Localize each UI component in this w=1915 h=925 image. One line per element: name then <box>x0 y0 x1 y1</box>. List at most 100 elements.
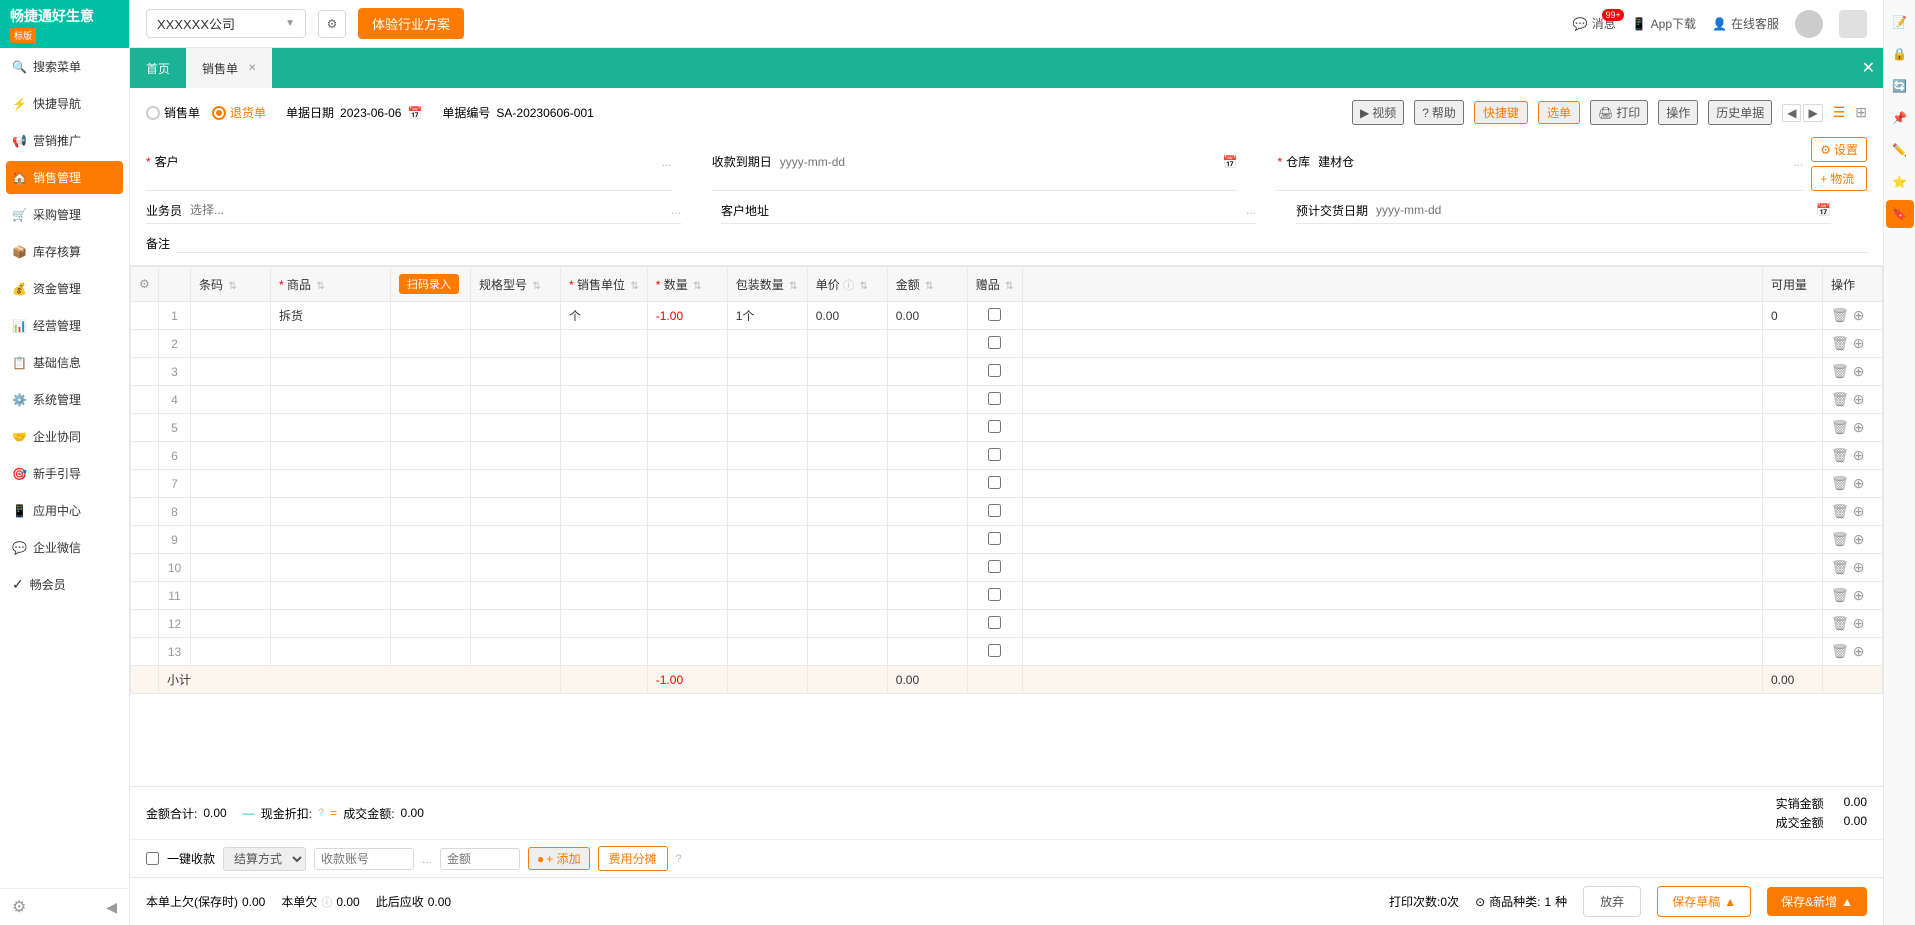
salesperson-input[interactable] <box>186 201 667 219</box>
expected-date-input[interactable] <box>1372 201 1812 219</box>
row13-gift-checkbox[interactable] <box>988 644 1001 657</box>
radio-return-order[interactable]: 退货单 <box>212 104 266 121</box>
trial-button[interactable]: 体验行业方案 <box>358 8 464 39</box>
operation-btn[interactable]: 操作 <box>1658 100 1698 125</box>
row3-copy-icon[interactable]: ⊕ <box>1853 363 1865 380</box>
sidebar-purchase[interactable]: 🛒 采购管理 <box>0 196 129 233</box>
row10-delete-icon[interactable]: 🗑 <box>1831 559 1849 576</box>
topbar-gear-button[interactable]: ⚙ <box>318 10 346 38</box>
row1-copy-icon[interactable]: ⊕ <box>1853 307 1865 324</box>
add-payment-button[interactable]: ● + 添加 <box>528 847 590 870</box>
fee-split-button[interactable]: 费用分摊 <box>598 846 668 871</box>
payment-method-select[interactable]: 结算方式 <box>223 847 306 871</box>
sidebar-sales[interactable]: 🏠 销售管理 <box>6 161 123 194</box>
history-btn[interactable]: 历史单据 <box>1708 100 1772 125</box>
sidebar-wechat[interactable]: 💬 企业微信 <box>0 529 129 566</box>
salesperson-dots[interactable]: ... <box>671 203 681 217</box>
right-panel-item-3[interactable]: 🔄 <box>1886 72 1914 100</box>
row1-spec[interactable] <box>471 302 561 330</box>
row11-gift-checkbox[interactable] <box>988 588 1001 601</box>
help-btn[interactable]: ? 帮助 <box>1414 100 1464 125</box>
right-panel-item-1[interactable]: 📝 <box>1886 8 1914 36</box>
right-panel-item-6[interactable]: ⭐ <box>1886 168 1914 196</box>
row11-delete-icon[interactable]: 🗑 <box>1831 587 1849 604</box>
save-draft-button[interactable]: 保存草稿 ▲ <box>1657 886 1751 917</box>
row2-copy-icon[interactable]: ⊕ <box>1853 335 1865 352</box>
radio-sales-order[interactable]: 销售单 <box>146 104 200 121</box>
expected-date-calendar-icon[interactable]: 📅 <box>1816 203 1831 217</box>
row12-delete-icon[interactable]: 🗑 <box>1831 615 1849 632</box>
sidebar-search-item[interactable]: 🔍 搜索菜单 <box>0 48 129 85</box>
row5-copy-icon[interactable]: ⊕ <box>1853 419 1865 436</box>
account-dots[interactable]: ... <box>422 852 432 866</box>
customer-dots[interactable]: ... <box>662 155 672 169</box>
tab-close-icon[interactable]: ✕ <box>248 63 256 74</box>
scan-button[interactable]: 扫码录入 <box>399 274 459 294</box>
customer-addr-input[interactable] <box>773 201 1242 219</box>
list-view-icon[interactable]: ☰ <box>1833 104 1846 121</box>
row4-copy-icon[interactable]: ⊕ <box>1853 391 1865 408</box>
row3-gift-checkbox[interactable] <box>988 364 1001 377</box>
warehouse-dots[interactable]: ... <box>1793 155 1803 169</box>
row5-gift-checkbox[interactable] <box>988 420 1001 433</box>
unit-price-info-icon[interactable]: ⓘ <box>843 280 854 292</box>
tab-sales-order[interactable]: 销售单 ✕ <box>186 48 272 88</box>
due-date-calendar-icon[interactable]: 📅 <box>1223 155 1238 169</box>
row12-copy-icon[interactable]: ⊕ <box>1853 615 1865 632</box>
prev-arrow[interactable]: ◀ <box>1782 104 1801 122</box>
sidebar-enterprise[interactable]: 🤝 企业协同 <box>0 418 129 455</box>
row6-gift-checkbox[interactable] <box>988 448 1001 461</box>
save-new-button[interactable]: 保存&新增 ▲ <box>1767 887 1867 916</box>
right-panel-item-7[interactable]: 🔖 <box>1886 200 1914 228</box>
row8-delete-icon[interactable]: 🗑 <box>1831 503 1849 520</box>
sidebar-system[interactable]: ⚙️ 系统管理 <box>0 381 129 418</box>
avatar[interactable] <box>1795 10 1823 38</box>
sidebar-member[interactable]: ✓ 畅会员 <box>0 566 129 603</box>
row8-gift-checkbox[interactable] <box>988 504 1001 517</box>
video-btn[interactable]: ▶ 视频 <box>1352 100 1404 125</box>
grid-view-icon[interactable]: ⊞ <box>1855 104 1867 121</box>
company-selector[interactable]: XXXXXX公司 ▼ <box>146 9 306 38</box>
calendar-icon[interactable]: 📅 <box>407 106 422 120</box>
row8-copy-icon[interactable]: ⊕ <box>1853 503 1865 520</box>
row7-gift-checkbox[interactable] <box>988 476 1001 489</box>
payment-account-input[interactable] <box>314 848 414 870</box>
row1-barcode[interactable] <box>191 302 271 330</box>
product-type-radio-icon[interactable]: ⊙ <box>1475 895 1485 909</box>
logistics-button[interactable]: + 物流 <box>1811 166 1867 191</box>
next-arrow[interactable]: ▶ <box>1803 104 1822 122</box>
sidebar-quick-nav[interactable]: ⚡ 快捷导航 <box>0 85 129 122</box>
row7-copy-icon[interactable]: ⊕ <box>1853 475 1865 492</box>
sidebar-marketing[interactable]: 📢 营销推广 <box>0 122 129 159</box>
row13-copy-icon[interactable]: ⊕ <box>1853 643 1865 660</box>
select-btn[interactable]: 选单 <box>1538 101 1580 124</box>
row2-delete-icon[interactable]: 🗑 <box>1831 335 1849 352</box>
customer-addr-dots[interactable]: ... <box>1246 203 1256 217</box>
sidebar-settings-icon[interactable]: ⚙ <box>12 897 26 917</box>
sidebar-appstore[interactable]: 📱 应用中心 <box>0 492 129 529</box>
avatar-extra[interactable] <box>1839 10 1867 38</box>
discard-button[interactable]: 放弃 <box>1583 886 1641 917</box>
warehouse-input[interactable] <box>1314 153 1789 171</box>
row12-gift-checkbox[interactable] <box>988 616 1001 629</box>
fee-help-icon[interactable]: ? <box>676 853 682 865</box>
message-button[interactable]: 💬 消息 99+ <box>1573 15 1616 32</box>
sidebar-finance[interactable]: 💰 资金管理 <box>0 270 129 307</box>
row7-delete-icon[interactable]: 🗑 <box>1831 475 1849 492</box>
right-panel-item-5[interactable]: ✏️ <box>1886 136 1914 164</box>
row3-delete-icon[interactable]: 🗑 <box>1831 363 1849 380</box>
row10-copy-icon[interactable]: ⊕ <box>1853 559 1865 576</box>
row13-delete-icon[interactable]: 🗑 <box>1831 643 1849 660</box>
payment-amount-input[interactable] <box>440 848 520 870</box>
customer-input[interactable] <box>183 153 658 171</box>
table-gear-icon[interactable]: ⚙ <box>139 277 150 291</box>
cumulative-balance-info[interactable]: ⓘ <box>321 894 332 910</box>
row6-copy-icon[interactable]: ⊕ <box>1853 447 1865 464</box>
sidebar-collapse-icon[interactable]: ◀ <box>106 899 117 916</box>
row10-gift-checkbox[interactable] <box>988 560 1001 573</box>
sidebar-inventory[interactable]: 📦 库存核算 <box>0 233 129 270</box>
row9-copy-icon[interactable]: ⊕ <box>1853 531 1865 548</box>
close-window-icon[interactable]: ✕ <box>1862 58 1875 78</box>
row1-delete-icon[interactable]: 🗑 <box>1831 307 1849 324</box>
one-click-pay-checkbox[interactable] <box>146 852 159 865</box>
